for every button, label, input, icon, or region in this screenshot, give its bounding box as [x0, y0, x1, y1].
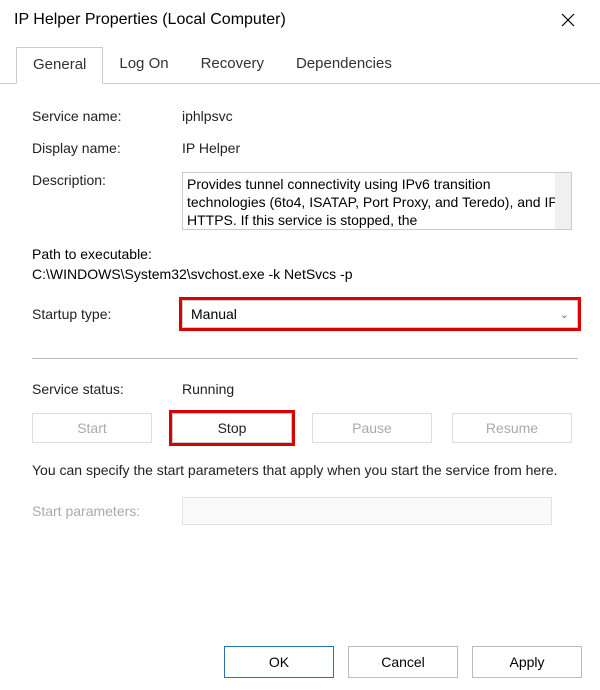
separator [32, 358, 578, 359]
display-name-value: IP Helper [182, 140, 240, 156]
window-title: IP Helper Properties (Local Computer) [12, 11, 286, 29]
dialog-footer: OK Cancel Apply [224, 646, 582, 678]
start-params-input [182, 497, 552, 525]
path-value: C:\WINDOWS\System32\svchost.exe -k NetSv… [32, 266, 578, 282]
tab-general[interactable]: General [16, 47, 103, 84]
close-icon [561, 13, 575, 27]
service-name-value: iphlpsvc [182, 108, 233, 124]
path-label: Path to executable: [32, 246, 578, 262]
ok-button[interactable]: OK [224, 646, 334, 678]
tab-content-general: Service name: iphlpsvc Display name: IP … [0, 84, 600, 551]
service-status-label: Service status: [32, 381, 182, 397]
tab-strip: General Log On Recovery Dependencies [0, 46, 600, 84]
start-button: Start [32, 413, 152, 443]
description-scrollbar[interactable] [555, 173, 571, 229]
startup-type-label: Startup type: [32, 306, 182, 322]
resume-button: Resume [452, 413, 572, 443]
chevron-down-icon: ⌄ [560, 308, 569, 321]
close-button[interactable] [548, 0, 588, 40]
start-params-label: Start parameters: [32, 503, 182, 519]
startup-type-select[interactable]: Manual ⌄ [182, 300, 578, 328]
service-name-label: Service name: [32, 108, 182, 124]
titlebar: IP Helper Properties (Local Computer) [0, 0, 600, 40]
description-label: Description: [32, 172, 182, 188]
stop-button[interactable]: Stop [172, 413, 292, 443]
startup-type-value: Manual [191, 306, 237, 322]
service-status-value: Running [182, 381, 234, 397]
tab-recovery[interactable]: Recovery [185, 47, 280, 84]
tab-dependencies[interactable]: Dependencies [280, 47, 408, 84]
apply-button[interactable]: Apply [472, 646, 582, 678]
description-text: Provides tunnel connectivity using IPv6 … [187, 176, 562, 228]
display-name-label: Display name: [32, 140, 182, 156]
description-textbox[interactable]: Provides tunnel connectivity using IPv6 … [182, 172, 572, 230]
tab-log-on[interactable]: Log On [103, 47, 184, 84]
pause-button: Pause [312, 413, 432, 443]
start-params-note: You can specify the start parameters tha… [32, 461, 578, 481]
cancel-button[interactable]: Cancel [348, 646, 458, 678]
